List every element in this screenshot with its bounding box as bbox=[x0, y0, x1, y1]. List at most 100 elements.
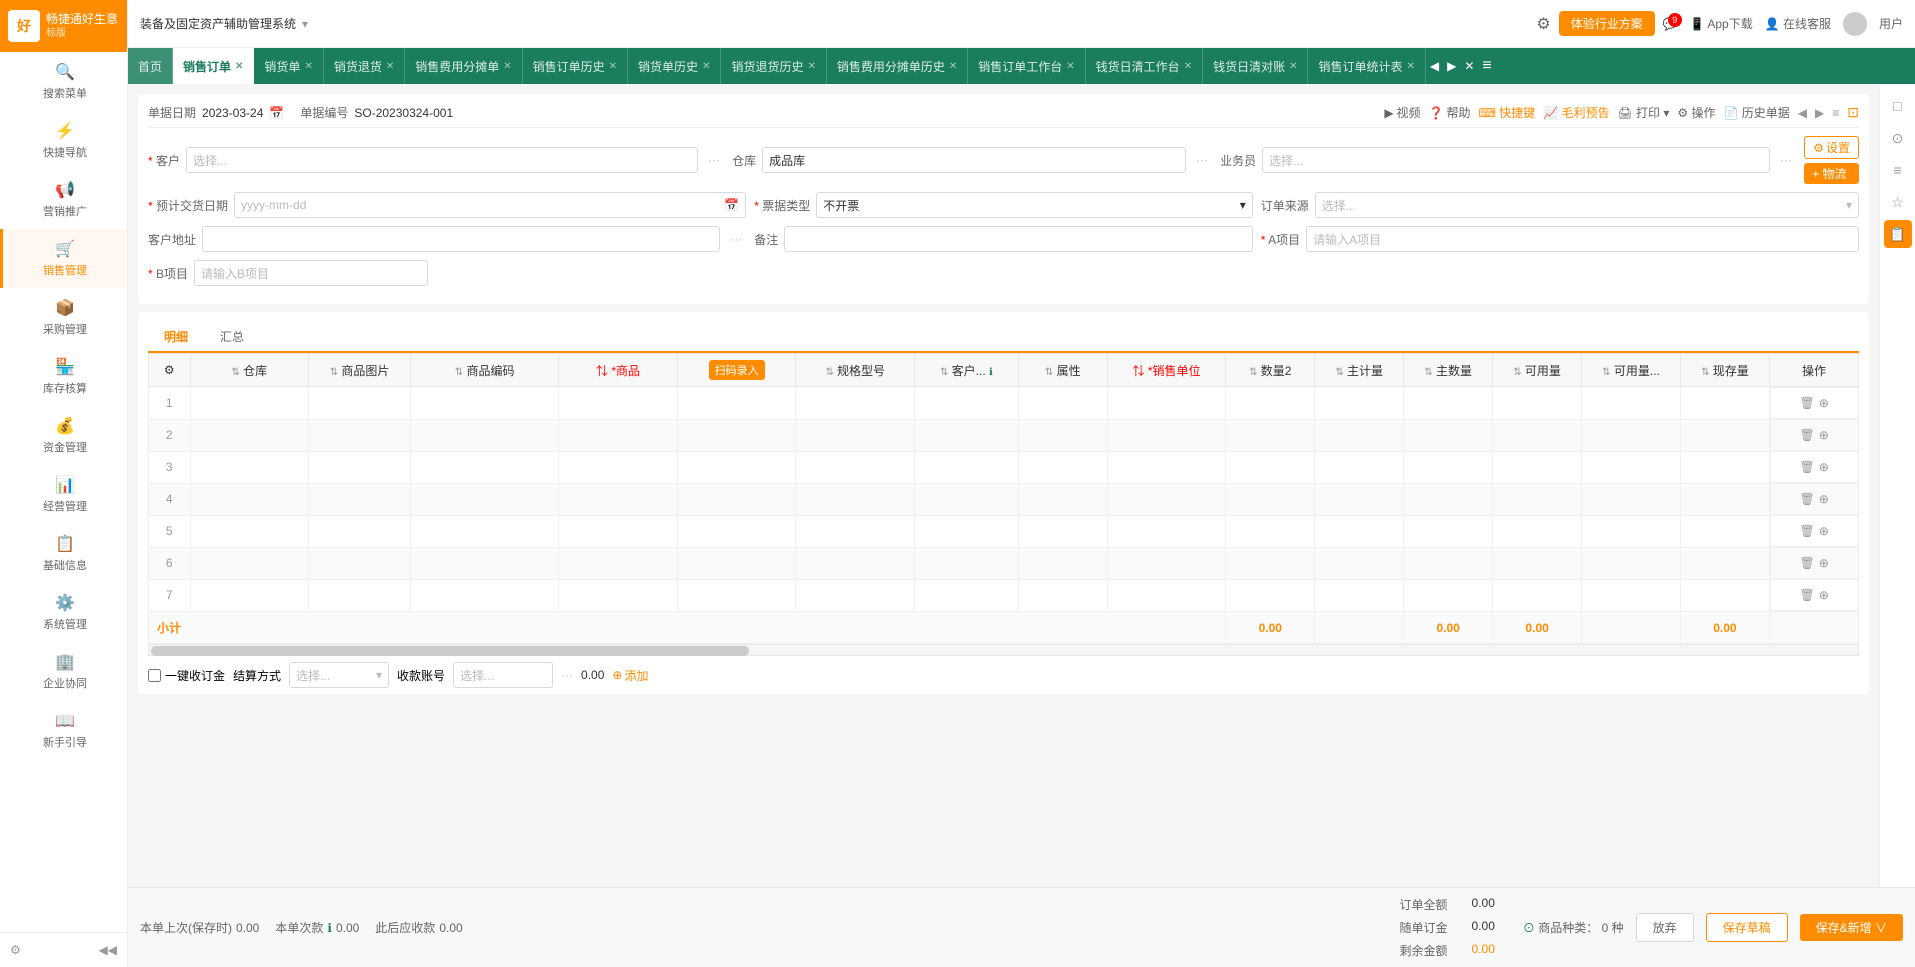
collapse-icon[interactable]: ◀◀ bbox=[99, 943, 117, 957]
tab-cash-reconcile[interactable]: 钱货日清对账 ✕ bbox=[1203, 48, 1308, 84]
row-4-copy-icon[interactable]: ⊕ bbox=[1819, 492, 1829, 506]
col-code[interactable]: ⇅ 商品编码 bbox=[410, 354, 558, 387]
row-1-spec[interactable] bbox=[796, 387, 915, 420]
row-1-main-qty[interactable] bbox=[1404, 387, 1493, 420]
row-7-delete-icon[interactable]: 🗑 bbox=[1800, 588, 1815, 602]
tab-sales-return[interactable]: 销货退货 ✕ bbox=[324, 48, 405, 84]
tab-close-cash-reconcile[interactable]: ✕ bbox=[1289, 61, 1297, 72]
tab-prev[interactable]: ◀ bbox=[1426, 59, 1443, 73]
settings-icon[interactable]: ⚙ bbox=[1536, 14, 1550, 34]
tab-close-workbench[interactable]: ✕ bbox=[1066, 61, 1074, 72]
sidebar-item-inventory[interactable]: 🏪 库存核算 bbox=[0, 347, 127, 406]
scrollbar-thumb[interactable] bbox=[151, 646, 749, 656]
sidebar-item-company[interactable]: 🏢 企业协同 bbox=[0, 642, 127, 701]
save-new-button[interactable]: 保存&新增 ∨ bbox=[1800, 914, 1903, 941]
row-2-copy-icon[interactable]: ⊕ bbox=[1819, 428, 1829, 442]
account-more[interactable]: ··· bbox=[561, 668, 573, 682]
warehouse-more[interactable]: ··· bbox=[1192, 153, 1212, 167]
sidebar-item-basic[interactable]: 📋 基础信息 bbox=[0, 524, 127, 583]
tab-close-sales-goods[interactable]: ✕ bbox=[304, 61, 312, 72]
fullscreen-icon[interactable]: ⊡ bbox=[1847, 104, 1859, 121]
delivery-date-input[interactable]: yyyy-mm-dd 📅 bbox=[234, 192, 746, 218]
right-panel-icon-5[interactable]: 📋 bbox=[1884, 220, 1912, 248]
customer-input[interactable]: 选择... bbox=[186, 147, 698, 173]
row-1-stock[interactable] bbox=[1680, 387, 1769, 420]
row-2-stock[interactable] bbox=[1680, 419, 1769, 451]
industry-btn[interactable]: 体验行业方案 bbox=[1559, 11, 1655, 36]
row-1-unit[interactable] bbox=[1107, 387, 1226, 420]
row-1-code[interactable] bbox=[410, 387, 558, 420]
tab-close-fee-history[interactable]: ✕ bbox=[949, 61, 957, 72]
add-field-button[interactable]: + 物流 bbox=[1804, 163, 1859, 184]
payment-account-select[interactable]: 选择... bbox=[453, 662, 553, 688]
sidebar-item-sales[interactable]: 🛒 销售管理 bbox=[0, 229, 127, 288]
profit-btn[interactable]: 📈 毛利预告 bbox=[1543, 104, 1609, 121]
row-1-customer[interactable] bbox=[915, 387, 1019, 420]
tab-close-order-history[interactable]: ✕ bbox=[609, 61, 617, 72]
tab-close-cash-workbench[interactable]: ✕ bbox=[1184, 61, 1192, 72]
col-spec[interactable]: ⇅ 规格型号 bbox=[796, 354, 915, 387]
tab-fee-history[interactable]: 销售费用分摊单历史 ✕ bbox=[827, 48, 968, 84]
row-7-copy-icon[interactable]: ⊕ bbox=[1819, 588, 1829, 602]
history-btn[interactable]: 📄 历史单据 bbox=[1724, 104, 1790, 121]
row-2-qty2[interactable] bbox=[1226, 419, 1315, 451]
tab-return-history[interactable]: 销货退货历史 ✕ bbox=[721, 48, 826, 84]
row-2-unit[interactable] bbox=[1107, 419, 1226, 451]
row-2-customer[interactable] bbox=[915, 419, 1019, 451]
tab-order-history[interactable]: 销售订单历史 ✕ bbox=[523, 48, 628, 84]
payment-method-select[interactable]: 选择... ▾ bbox=[289, 662, 389, 688]
tab-sales-goods[interactable]: 销货单 ✕ bbox=[254, 48, 323, 84]
col-settings[interactable]: ⚙ bbox=[149, 354, 191, 387]
row-3-copy-icon[interactable]: ⊕ bbox=[1819, 460, 1829, 474]
app-download[interactable]: 📱 App下载 bbox=[1690, 15, 1753, 32]
layout-icon[interactable]: ≡ bbox=[1832, 106, 1839, 120]
video-btn[interactable]: ▶ 视频 bbox=[1384, 104, 1420, 121]
right-panel-icon-4[interactable]: ☆ bbox=[1884, 188, 1912, 216]
col-attr[interactable]: ⇅ 属性 bbox=[1018, 354, 1107, 387]
sidebar-item-system[interactable]: ⚙️ 系统管理 bbox=[0, 583, 127, 642]
col-image[interactable]: ⇅ 商品图片 bbox=[309, 354, 411, 387]
row-5-delete-icon[interactable]: 🗑 bbox=[1800, 524, 1815, 538]
tab-home[interactable]: 首页 bbox=[128, 48, 173, 84]
row-1-warehouse[interactable] bbox=[190, 387, 309, 420]
tab-close-fee[interactable]: ✕ bbox=[503, 61, 511, 72]
row-1-copy-icon[interactable]: ⊕ bbox=[1819, 396, 1829, 410]
setting-button[interactable]: ⚙ 设置 bbox=[1804, 136, 1859, 159]
row-1-available[interactable] bbox=[1493, 387, 1582, 420]
sidebar-item-quick[interactable]: ⚡ 快捷导航 bbox=[0, 111, 127, 170]
note-input[interactable] bbox=[784, 226, 1253, 252]
system-dropdown-icon[interactable]: ▾ bbox=[302, 17, 308, 31]
row-1-delete-icon[interactable]: 🗑 bbox=[1800, 396, 1815, 410]
row-1-main-unit[interactable] bbox=[1315, 387, 1404, 420]
sidebar-item-finance[interactable]: 💰 资金管理 bbox=[0, 406, 127, 465]
right-panel-icon-2[interactable]: ⊙ bbox=[1884, 124, 1912, 152]
right-panel-icon-1[interactable]: □ bbox=[1884, 92, 1912, 120]
row-2-product[interactable] bbox=[559, 419, 678, 451]
col-available[interactable]: ⇅ 可用量 bbox=[1493, 354, 1582, 387]
tab-next[interactable]: ▶ bbox=[1443, 59, 1460, 73]
tab-close-stats[interactable]: ✕ bbox=[1407, 61, 1415, 72]
row-6-copy-icon[interactable]: ⊕ bbox=[1819, 556, 1829, 570]
scan-btn[interactable]: 扫码录入 bbox=[709, 360, 765, 380]
tab-close-sales-order[interactable]: ✕ bbox=[235, 61, 243, 72]
online-service[interactable]: 👤 在线客服 bbox=[1765, 15, 1831, 32]
tab-sales-fee[interactable]: 销售费用分摊单 ✕ bbox=[405, 48, 522, 84]
a-project-input[interactable]: 请输入A项目 bbox=[1306, 226, 1859, 252]
row-2-available2[interactable] bbox=[1582, 419, 1681, 451]
tab-summary[interactable]: 汇总 bbox=[204, 322, 260, 351]
col-main-unit[interactable]: ⇅ 主计量 bbox=[1315, 354, 1404, 387]
row-2-warehouse[interactable] bbox=[190, 419, 309, 451]
tab-order-workbench[interactable]: 销售订单工作台 ✕ bbox=[968, 48, 1085, 84]
row-1-product[interactable] bbox=[559, 387, 678, 420]
tab-stats[interactable]: 销售订单统计表 ✕ bbox=[1308, 48, 1425, 84]
row-2-main-qty[interactable] bbox=[1404, 419, 1493, 451]
nav-prev-icon[interactable]: ◀ bbox=[1798, 106, 1807, 120]
tab-close-return[interactable]: ✕ bbox=[386, 61, 394, 72]
calendar-icon[interactable]: 📅 bbox=[269, 106, 284, 120]
user-avatar[interactable] bbox=[1843, 12, 1867, 36]
tab-close-return-history[interactable]: ✕ bbox=[807, 61, 815, 72]
salesperson-input[interactable]: 选择... bbox=[1262, 147, 1770, 173]
sidebar-item-operation[interactable]: 📊 经营管理 bbox=[0, 465, 127, 524]
order-source-select[interactable]: 选择... ▾ bbox=[1315, 192, 1859, 218]
row-2-code[interactable] bbox=[410, 419, 558, 451]
